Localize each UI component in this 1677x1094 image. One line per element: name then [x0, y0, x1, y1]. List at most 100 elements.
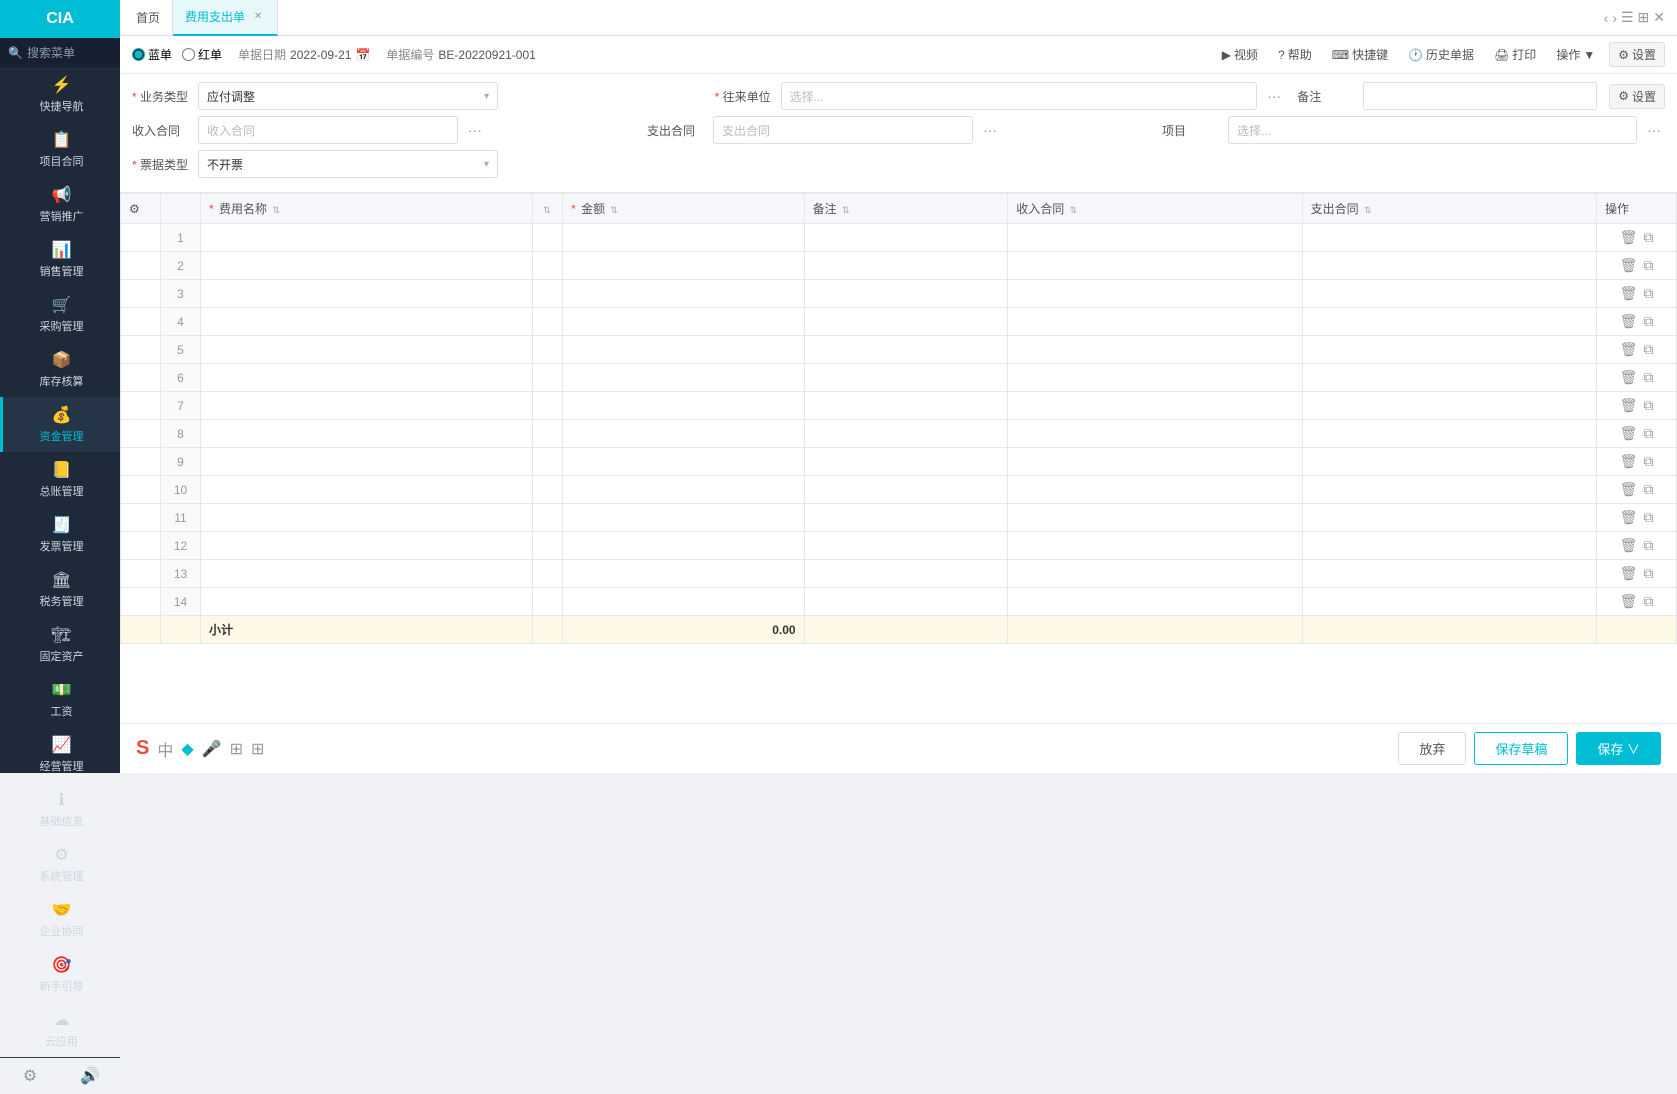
tab-list-view-icon[interactable]: ☰: [1621, 9, 1634, 26]
radio-blue[interactable]: 蓝单: [132, 46, 172, 63]
cell-expense-name-12[interactable]: [201, 532, 533, 560]
cell-expense-name-10[interactable]: [201, 476, 533, 504]
th-income-contract[interactable]: 收入合同 ⇅: [1008, 194, 1302, 224]
remark-input[interactable]: [1363, 82, 1597, 110]
footer-icon-diamond[interactable]: ◆: [181, 739, 193, 759]
cell-expense-contract-9[interactable]: [1302, 448, 1596, 476]
cell-expense-contract-13[interactable]: [1302, 560, 1596, 588]
sidebar-item-tax-mgmt[interactable]: 🏛 税务管理: [0, 562, 120, 617]
cell-expense-name-13[interactable]: [201, 560, 533, 588]
cell-remark-8[interactable]: [804, 420, 1008, 448]
sidebar-item-ledger-mgmt[interactable]: 📒 总账管理: [0, 452, 120, 507]
delete-icon-4[interactable]: 🗑: [1620, 313, 1638, 330]
cell-income-contract-1[interactable]: [1008, 224, 1302, 252]
cell-amount-14[interactable]: [563, 588, 804, 616]
sidebar-item-sales-mgmt[interactable]: 📊 销售管理: [0, 232, 120, 287]
copy-icon-14[interactable]: ⧉: [1643, 593, 1653, 610]
cell-amount-8[interactable]: [563, 420, 804, 448]
cell-income-contract-7[interactable]: [1008, 392, 1302, 420]
sort-icon-col[interactable]: ⇅: [543, 205, 551, 215]
cell-expense-contract-5[interactable]: [1302, 336, 1596, 364]
cell-amount-4[interactable]: [563, 308, 804, 336]
copy-icon-3[interactable]: ⧉: [1643, 285, 1653, 302]
copy-icon-13[interactable]: ⧉: [1643, 565, 1653, 582]
footer-icon-apps[interactable]: ⊞: [251, 739, 264, 759]
sidebar-item-marketing[interactable]: 📢 营销推广: [0, 177, 120, 232]
delete-icon-7[interactable]: 🗑: [1620, 397, 1638, 414]
radio-blue-input[interactable]: [132, 48, 145, 61]
delete-icon-10[interactable]: 🗑: [1620, 481, 1638, 498]
th-amount[interactable]: 金额 ⇅: [563, 194, 804, 224]
cell-expense-name-6[interactable]: [201, 364, 533, 392]
th-remark[interactable]: 备注 ⇅: [804, 194, 1008, 224]
project-dots[interactable]: ···: [1643, 122, 1665, 138]
copy-icon-12[interactable]: ⧉: [1643, 537, 1653, 554]
tab-home[interactable]: 首页: [124, 0, 173, 36]
save-draft-button[interactable]: 保存草稿: [1474, 732, 1568, 765]
sidebar-item-new-guide[interactable]: 🎯 新手引导: [0, 947, 120, 1002]
tab-next-icon[interactable]: ›: [1612, 10, 1617, 26]
copy-icon-2[interactable]: ⧉: [1643, 257, 1653, 274]
cell-remark-11[interactable]: [804, 504, 1008, 532]
help-btn[interactable]: ? 帮助: [1272, 44, 1318, 65]
radio-red[interactable]: 红单: [182, 46, 222, 63]
sidebar-item-quick-nav[interactable]: ⚡ 快捷导航: [0, 67, 120, 122]
settings-bottom-icon[interactable]: ⚙: [0, 1058, 60, 1094]
radio-red-input[interactable]: [182, 48, 195, 61]
tab-close-window-icon[interactable]: ✕: [1653, 9, 1665, 26]
audio-bottom-icon[interactable]: 🔊: [60, 1058, 120, 1094]
cell-amount-5[interactable]: [563, 336, 804, 364]
delete-icon-1[interactable]: 🗑: [1620, 229, 1638, 246]
sidebar-item-capital-mgmt[interactable]: 💰 资金管理: [0, 397, 120, 452]
cell-income-contract-9[interactable]: [1008, 448, 1302, 476]
sort-icon-amount[interactable]: ⇅: [610, 205, 618, 215]
cell-remark-3[interactable]: [804, 280, 1008, 308]
cell-remark-5[interactable]: [804, 336, 1008, 364]
copy-icon-1[interactable]: ⧉: [1643, 229, 1653, 246]
counterpart-dots[interactable]: ···: [1263, 88, 1285, 104]
sidebar-item-enterprise[interactable]: 🤝 企业协同: [0, 892, 120, 947]
cell-income-contract-10[interactable]: [1008, 476, 1302, 504]
footer-icon-zh[interactable]: 中: [157, 737, 173, 761]
sidebar-item-sys-mgmt[interactable]: ⚙ 系统管理: [0, 837, 120, 892]
sidebar-item-basic-info[interactable]: ℹ 基础信息: [0, 782, 120, 837]
cell-income-contract-6[interactable]: [1008, 364, 1302, 392]
footer-icon-mic[interactable]: 🎤: [202, 739, 222, 759]
cell-expense-contract-8[interactable]: [1302, 420, 1596, 448]
delete-icon-11[interactable]: 🗑: [1620, 509, 1638, 526]
cell-expense-name-14[interactable]: [201, 588, 533, 616]
delete-icon-13[interactable]: 🗑: [1620, 565, 1638, 582]
cell-remark-12[interactable]: [804, 532, 1008, 560]
cell-expense-contract-1[interactable]: [1302, 224, 1596, 252]
income-contract-dots[interactable]: ···: [464, 122, 486, 138]
cell-remark-6[interactable]: [804, 364, 1008, 392]
cell-amount-11[interactable]: [563, 504, 804, 532]
footer-icon-grid[interactable]: ⊞: [230, 739, 243, 759]
cell-expense-name-1[interactable]: [201, 224, 533, 252]
project-select[interactable]: 选择...: [1228, 116, 1637, 144]
copy-icon-8[interactable]: ⧉: [1643, 425, 1653, 442]
sort-icon-expense-c[interactable]: ⇅: [1364, 205, 1372, 215]
th-expense-name[interactable]: 费用名称 ⇅: [201, 194, 533, 224]
cell-expense-name-5[interactable]: [201, 336, 533, 364]
counterpart-select[interactable]: 选择...: [781, 82, 1258, 110]
cell-expense-name-9[interactable]: [201, 448, 533, 476]
copy-icon-6[interactable]: ⧉: [1643, 369, 1653, 386]
cell-amount-3[interactable]: [563, 280, 804, 308]
cell-expense-name-2[interactable]: [201, 252, 533, 280]
delete-icon-9[interactable]: 🗑: [1620, 453, 1638, 470]
expense-contract-dots[interactable]: ···: [979, 122, 1001, 138]
delete-icon-5[interactable]: 🗑: [1620, 341, 1638, 358]
cell-expense-contract-4[interactable]: [1302, 308, 1596, 336]
cell-expense-name-3[interactable]: [201, 280, 533, 308]
calendar-icon[interactable]: 📅: [355, 48, 370, 62]
copy-icon-10[interactable]: ⧉: [1643, 481, 1653, 498]
sidebar-item-fixed-assets[interactable]: 🏗 固定资产: [0, 617, 120, 672]
cell-income-contract-14[interactable]: [1008, 588, 1302, 616]
delete-icon-3[interactable]: 🗑: [1620, 285, 1638, 302]
sort-icon-remark[interactable]: ⇅: [842, 205, 850, 215]
cell-amount-1[interactable]: [563, 224, 804, 252]
cell-income-contract-8[interactable]: [1008, 420, 1302, 448]
cell-amount-2[interactable]: [563, 252, 804, 280]
cell-amount-7[interactable]: [563, 392, 804, 420]
